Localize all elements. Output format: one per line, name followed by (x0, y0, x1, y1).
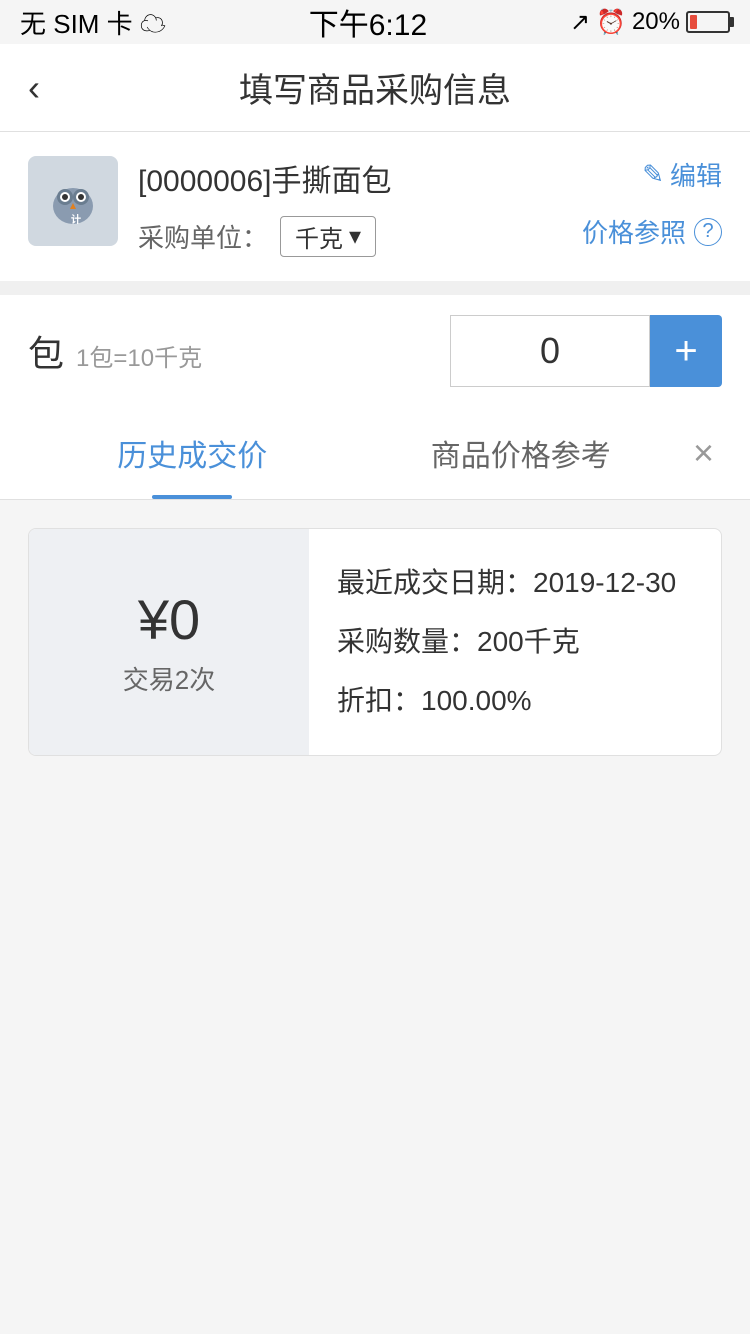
quantity-row: 包 1包=10千克 + (0, 295, 750, 407)
status-left: 无 SIM 卡 ☁ (20, 4, 166, 41)
tab-product-price-ref[interactable]: 商品价格参考 (356, 407, 684, 499)
price-transactions: 交易2次 (123, 660, 215, 697)
purchase-unit-label: 采购单位： (138, 218, 268, 255)
battery-percent: 20% (632, 8, 680, 36)
battery-indicator (686, 11, 730, 33)
price-ref-help-icon: ? (694, 218, 722, 246)
price-right-panel: 最近成交日期：2019-12-30 采购数量：200千克 折扣：100.00% (309, 529, 721, 755)
location-icon: ↗ (570, 8, 590, 37)
quantity-sublabel: 1包=10千克 (76, 338, 202, 373)
price-date-value: 2019-12-30 (533, 567, 676, 598)
quantity-input[interactable] (450, 315, 650, 387)
back-button[interactable]: ‹ (28, 67, 40, 109)
price-discount-row: 折扣：100.00% (337, 679, 693, 724)
dropdown-arrow-icon: ▾ (349, 222, 361, 251)
product-left: 计 [0000006]手撕面包 采购单位： 千克 ▾ (28, 156, 391, 257)
price-left-panel: ¥0 交易2次 (29, 529, 309, 755)
quantity-unit: 包 (28, 325, 64, 377)
tab-history-price-label: 历史成交价 (117, 440, 267, 473)
price-amount: ¥0 (138, 587, 200, 652)
product-image: 计 (28, 156, 118, 246)
price-qty-label: 采购数量： (337, 626, 477, 657)
unit-value: 千克 (295, 219, 343, 254)
battery-fill (690, 15, 697, 29)
status-time: 下午6:12 (309, 0, 427, 44)
battery-bar (686, 11, 730, 33)
product-info: [0000006]手撕面包 采购单位： 千克 ▾ (138, 156, 391, 257)
product-section: 计 [0000006]手撕面包 采购单位： 千克 ▾ ✎ 编辑 价 (0, 132, 750, 281)
svg-text:计: 计 (71, 213, 81, 226)
quantity-label: 包 1包=10千克 (28, 325, 202, 377)
price-card: ¥0 交易2次 最近成交日期：2019-12-30 采购数量：200千克 折扣：… (28, 528, 722, 756)
tab-underline (152, 495, 232, 499)
page-header: ‹ 填写商品采购信息 (0, 44, 750, 132)
tab-product-price-ref-label: 商品价格参考 (431, 440, 611, 473)
tabs-bar: 历史成交价 商品价格参考 × (0, 407, 750, 500)
alarm-icon: ⏰ (596, 8, 626, 37)
price-qty-row: 采购数量：200千克 (337, 620, 693, 665)
tab-history-price[interactable]: 历史成交价 (28, 407, 356, 499)
unit-selector[interactable]: 千克 ▾ (280, 216, 376, 257)
product-top: 计 [0000006]手撕面包 采购单位： 千克 ▾ ✎ 编辑 价 (28, 156, 722, 257)
owl-logo-icon: 计 (43, 171, 103, 231)
price-discount-label: 折扣： (337, 685, 421, 716)
edit-label: 编辑 (670, 156, 722, 193)
content-area: ¥0 交易2次 最近成交日期：2019-12-30 采购数量：200千克 折扣：… (0, 500, 750, 1100)
price-ref-label: 价格参照 (582, 213, 686, 250)
price-date-label: 最近成交日期： (337, 567, 533, 598)
quantity-plus-button[interactable]: + (650, 315, 722, 387)
status-right: ↗ ⏰ 20% (570, 8, 730, 37)
status-bar: 无 SIM 卡 ☁ 下午6:12 ↗ ⏰ 20% (0, 0, 750, 44)
price-date-row: 最近成交日期：2019-12-30 (337, 561, 693, 606)
price-qty-value: 200千克 (477, 626, 580, 657)
price-ref-button[interactable]: 价格参照 ? (582, 213, 722, 250)
page-title: 填写商品采购信息 (239, 63, 511, 112)
price-discount-value: 100.00% (421, 685, 532, 716)
product-name: [0000006]手撕面包 (138, 156, 391, 200)
section-divider (0, 281, 750, 295)
purchase-unit-row: 采购单位： 千克 ▾ (138, 216, 391, 257)
edit-button[interactable]: ✎ 编辑 (642, 156, 722, 193)
edit-icon: ✎ (642, 159, 664, 190)
sim-status: 无 SIM 卡 ☁ (20, 4, 166, 41)
tab-close-button[interactable]: × (685, 432, 722, 474)
quantity-controls: + (450, 315, 722, 387)
